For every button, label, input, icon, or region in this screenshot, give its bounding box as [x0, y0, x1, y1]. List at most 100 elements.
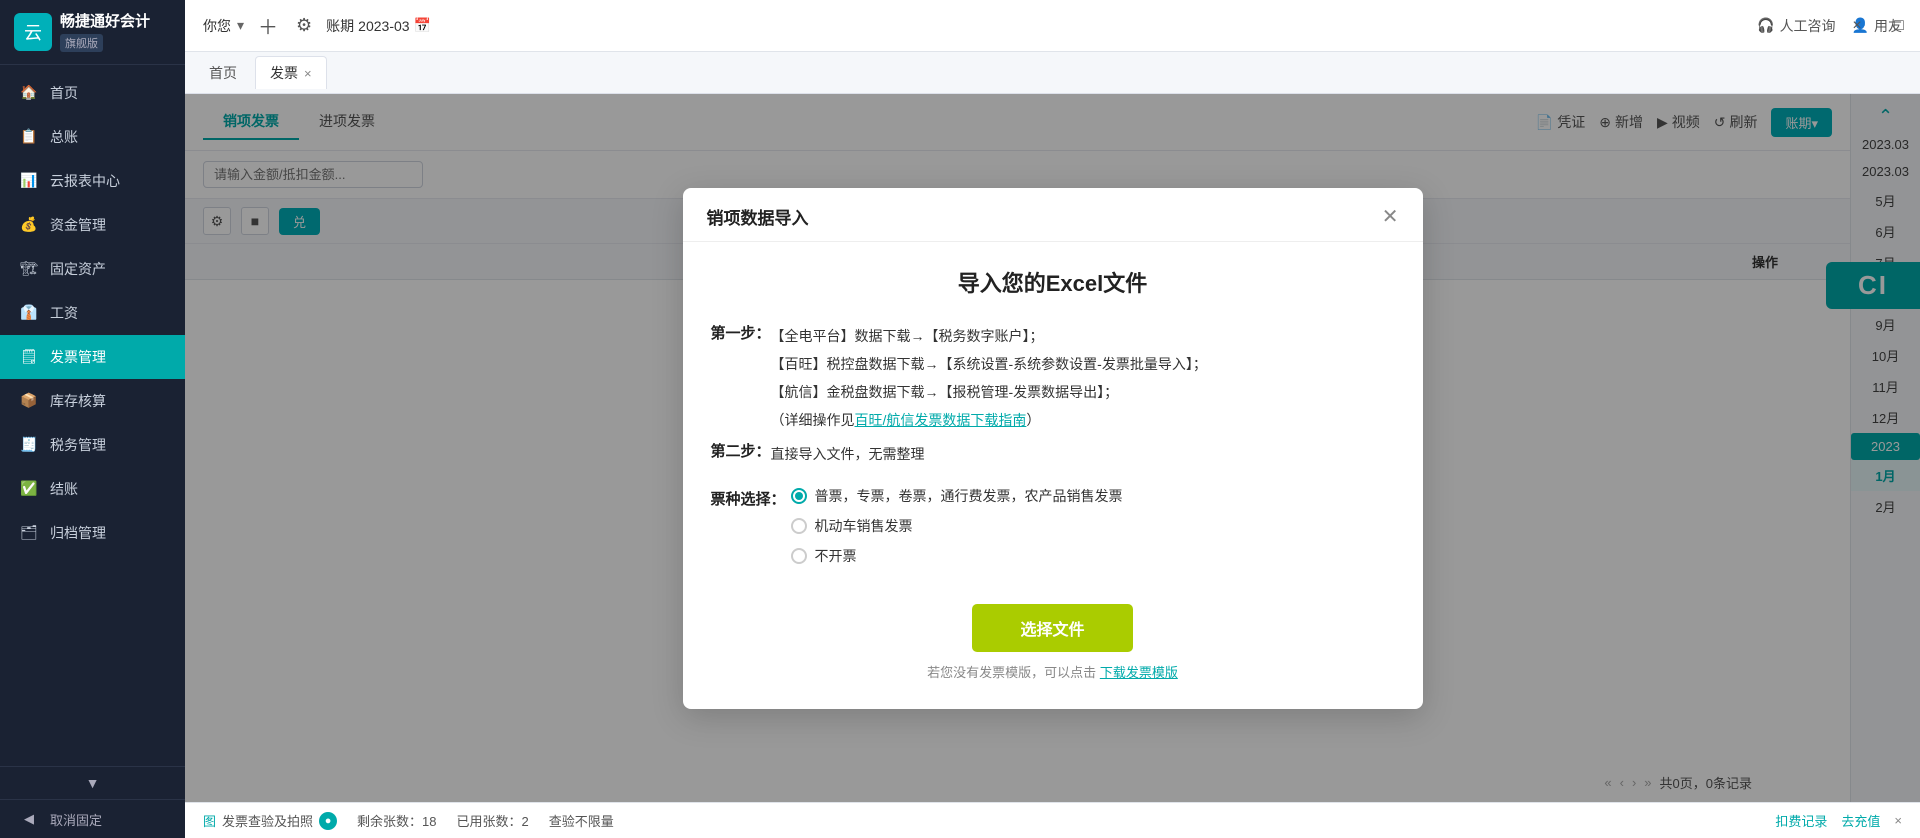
select-file-wrapper: 选择文件 — [711, 604, 1395, 652]
sidebar-item-finance[interactable]: 💰 资金管理 — [0, 203, 185, 247]
headset-icon: 🎧 — [1757, 17, 1774, 34]
assets-icon: 🏗 — [18, 258, 40, 280]
check-unlimited: 查验不限量 — [549, 811, 614, 830]
ticket-label: 票种选择： — [711, 486, 791, 576]
tab-invoice-close[interactable]: × — [304, 66, 312, 81]
sidebar-item-archive-label: 归档管理 — [50, 523, 106, 543]
sidebar-item-salary-label: 工资 — [50, 303, 78, 323]
company-dropdown-icon: ▾ — [237, 17, 244, 34]
download-template-link[interactable]: 下载发票模版 — [1100, 665, 1178, 680]
reports-icon: 📊 — [18, 170, 40, 192]
radio-btn-3[interactable] — [791, 548, 807, 564]
sidebar-logo: 云 畅捷通好会计 旗舰版 — [0, 0, 185, 65]
sidebar-item-inventory-label: 库存核算 — [50, 391, 106, 411]
select-file-button[interactable]: 选择文件 — [972, 604, 1132, 652]
ticket-selection-row: 票种选择： 普票，专票，卷票，通行费发票，农产品销售发票 — [711, 486, 1395, 576]
modal-main-title: 导入您的Excel文件 — [711, 266, 1395, 298]
tab-bar: 首页 发票 × — [185, 52, 1920, 94]
sidebar-item-ledger-label: 总账 — [50, 127, 78, 147]
calendar-icon[interactable]: 📅 — [414, 17, 431, 34]
period-display: 账期 2023-03 📅 — [326, 16, 431, 36]
sidebar-item-assets[interactable]: 🏗 固定资产 — [0, 247, 185, 291]
bottom-bar-right: 扣费记录 去充值 × — [1775, 811, 1902, 830]
home-icon: 🏠 — [18, 82, 40, 104]
step1-line2: 【百旺】税控盘数据下载→【系统设置-系统参数设置-发票批量导入】； — [771, 350, 1395, 378]
tab-home[interactable]: 首页 — [195, 57, 251, 89]
add-tab-button[interactable]: ＋ — [258, 11, 278, 40]
invoice-verify-icon: 图 — [203, 811, 216, 830]
recharge-record-link[interactable]: 扣费记录 — [1775, 811, 1827, 830]
import-modal: 销项数据导入 ✕ 导入您的Excel文件 第一步： 【全电平台】数据下载→【税务… — [683, 188, 1423, 709]
logo-sub: 旗舰版 — [60, 34, 103, 52]
sidebar-item-reports-label: 云报表中心 — [50, 171, 120, 191]
sidebar-item-reports[interactable]: 📊 云报表中心 — [0, 159, 185, 203]
topup-link[interactable]: 去充值 — [1841, 811, 1880, 830]
logo-text: 畅捷通好会计 — [60, 12, 150, 32]
radio-btn-2[interactable] — [791, 518, 807, 534]
radio-label-1: 普票，专票，卷票，通行费发票，农产品销售发票 — [815, 486, 1123, 506]
sidebar-item-archive[interactable]: 🗂 归档管理 — [0, 511, 185, 555]
radio-option-1-wrapper: 普票，专票，卷票，通行费发票，农产品销售发票 × — [791, 486, 1395, 516]
step1-hint2: ） — [1026, 412, 1040, 428]
sidebar: 云 畅捷通好会计 旗舰版 🏠 首页 📋 总账 📊 云报表中心 💰 资金管 — [0, 0, 185, 838]
used-count: 已用张数：2 — [457, 811, 529, 830]
sidebar-item-checkout-label: 结账 — [50, 479, 78, 499]
modal-close-button[interactable]: ✕ — [1382, 204, 1399, 229]
window-maximize-btn[interactable]: □ — [1878, 5, 1920, 47]
sidebar-item-invoice-label: 发票管理 — [50, 347, 106, 367]
period-label: 账期 — [326, 16, 354, 36]
tab-invoice[interactable]: 发票 × — [255, 56, 327, 89]
settings-button[interactable]: ⚙ — [296, 15, 312, 36]
invoice-icon: 🗒 — [18, 346, 40, 368]
verify-badge: ● — [319, 812, 337, 830]
modal-footer-hint: 若您没有发票模版，可以点击 下载发票模版 — [711, 662, 1395, 681]
step1-line1: 【全电平台】数据下载→【税务数字账户】； — [771, 322, 1395, 350]
sidebar-item-home-label: 首页 — [50, 83, 78, 103]
company-selector[interactable]: 你您 ▾ — [203, 16, 244, 36]
inventory-icon: 📦 — [18, 390, 40, 412]
sidebar-unpin-button[interactable]: ◀ 取消固定 — [0, 799, 185, 838]
radio-btn-1[interactable] — [791, 488, 807, 504]
step1-link[interactable]: 百旺/航信发票数据下载指南 — [855, 412, 1027, 428]
sidebar-item-home[interactable]: 🏠 首页 — [0, 71, 185, 115]
bottom-bar-close[interactable]: × — [1894, 813, 1902, 828]
ticket-options: 普票，专票，卷票，通行费发票，农产品销售发票 × — [791, 486, 1395, 576]
modal-header: 销项数据导入 ✕ — [683, 188, 1423, 242]
step1-row: 第一步： 【全电平台】数据下载→【税务数字账户】； 【百旺】税控盘数据下载→【系… — [711, 322, 1395, 434]
radio-option-2[interactable]: 机动车销售发票 — [791, 516, 1395, 536]
step1-hint-text: （详细操作见 — [771, 412, 855, 428]
ledger-icon: 📋 — [18, 126, 40, 148]
step2-content: 直接导入文件，无需整理 — [771, 440, 1395, 468]
support-label: 人工咨询 — [1780, 16, 1836, 36]
logo-icon: 云 — [14, 13, 52, 51]
radio-option-3[interactable]: 不开票 — [791, 546, 1395, 566]
modal-title: 销项数据导入 — [707, 204, 809, 229]
sidebar-item-tax-label: 税务管理 — [50, 435, 106, 455]
period-value: 2023-03 — [358, 18, 409, 34]
salary-icon: 👔 — [18, 302, 40, 324]
bottom-bar-left: 图 发票查验及拍照 ● — [203, 811, 337, 830]
sidebar-item-ledger[interactable]: 📋 总账 — [0, 115, 185, 159]
radio-label-2: 机动车销售发票 — [815, 516, 913, 536]
sidebar-item-invoice[interactable]: 🗒 发票管理 — [0, 335, 185, 379]
main-area: 你您 ▾ ＋ ⚙ 账期 2023-03 📅 🎧 人工咨询 👤 用友 — [185, 0, 1920, 838]
bottom-bar: 图 发票查验及拍照 ● 剩余张数：18 已用张数：2 查验不限量 扣费记录 去充… — [185, 802, 1920, 838]
step1-line3: 【航信】金税盘数据下载→【报税管理-发票数据导出】； — [771, 378, 1395, 406]
remaining-count: 剩余张数：18 — [357, 811, 436, 830]
tab-home-label: 首页 — [209, 63, 237, 83]
unpin-icon: ◀ — [18, 808, 40, 830]
sidebar-scroll-down[interactable]: ▼ — [0, 766, 185, 799]
window-close-btn[interactable]: × — [1836, 5, 1878, 47]
support-button[interactable]: 🎧 人工咨询 — [1757, 16, 1835, 36]
radio-option-1[interactable]: 普票，专票，卷票，通行费发票，农产品销售发票 — [791, 486, 1123, 506]
sidebar-item-tax[interactable]: 🧾 税务管理 — [0, 423, 185, 467]
sidebar-item-checkout[interactable]: ✅ 结账 — [0, 467, 185, 511]
step1-label: 第一步： — [711, 322, 771, 434]
sidebar-item-salary[interactable]: 👔 工资 — [0, 291, 185, 335]
content-area: 销项发票 进项发票 📄 凭证 ⊕ 新增 — [185, 94, 1920, 802]
tab-invoice-label: 发票 — [270, 63, 298, 83]
sidebar-item-inventory[interactable]: 📦 库存核算 — [0, 379, 185, 423]
radio-label-3: 不开票 — [815, 546, 857, 566]
step2-row: 第二步： 直接导入文件，无需整理 — [711, 440, 1395, 468]
sidebar-navigation: 🏠 首页 📋 总账 📊 云报表中心 💰 资金管理 🏗 固定资产 👔 工资 — [0, 65, 185, 767]
